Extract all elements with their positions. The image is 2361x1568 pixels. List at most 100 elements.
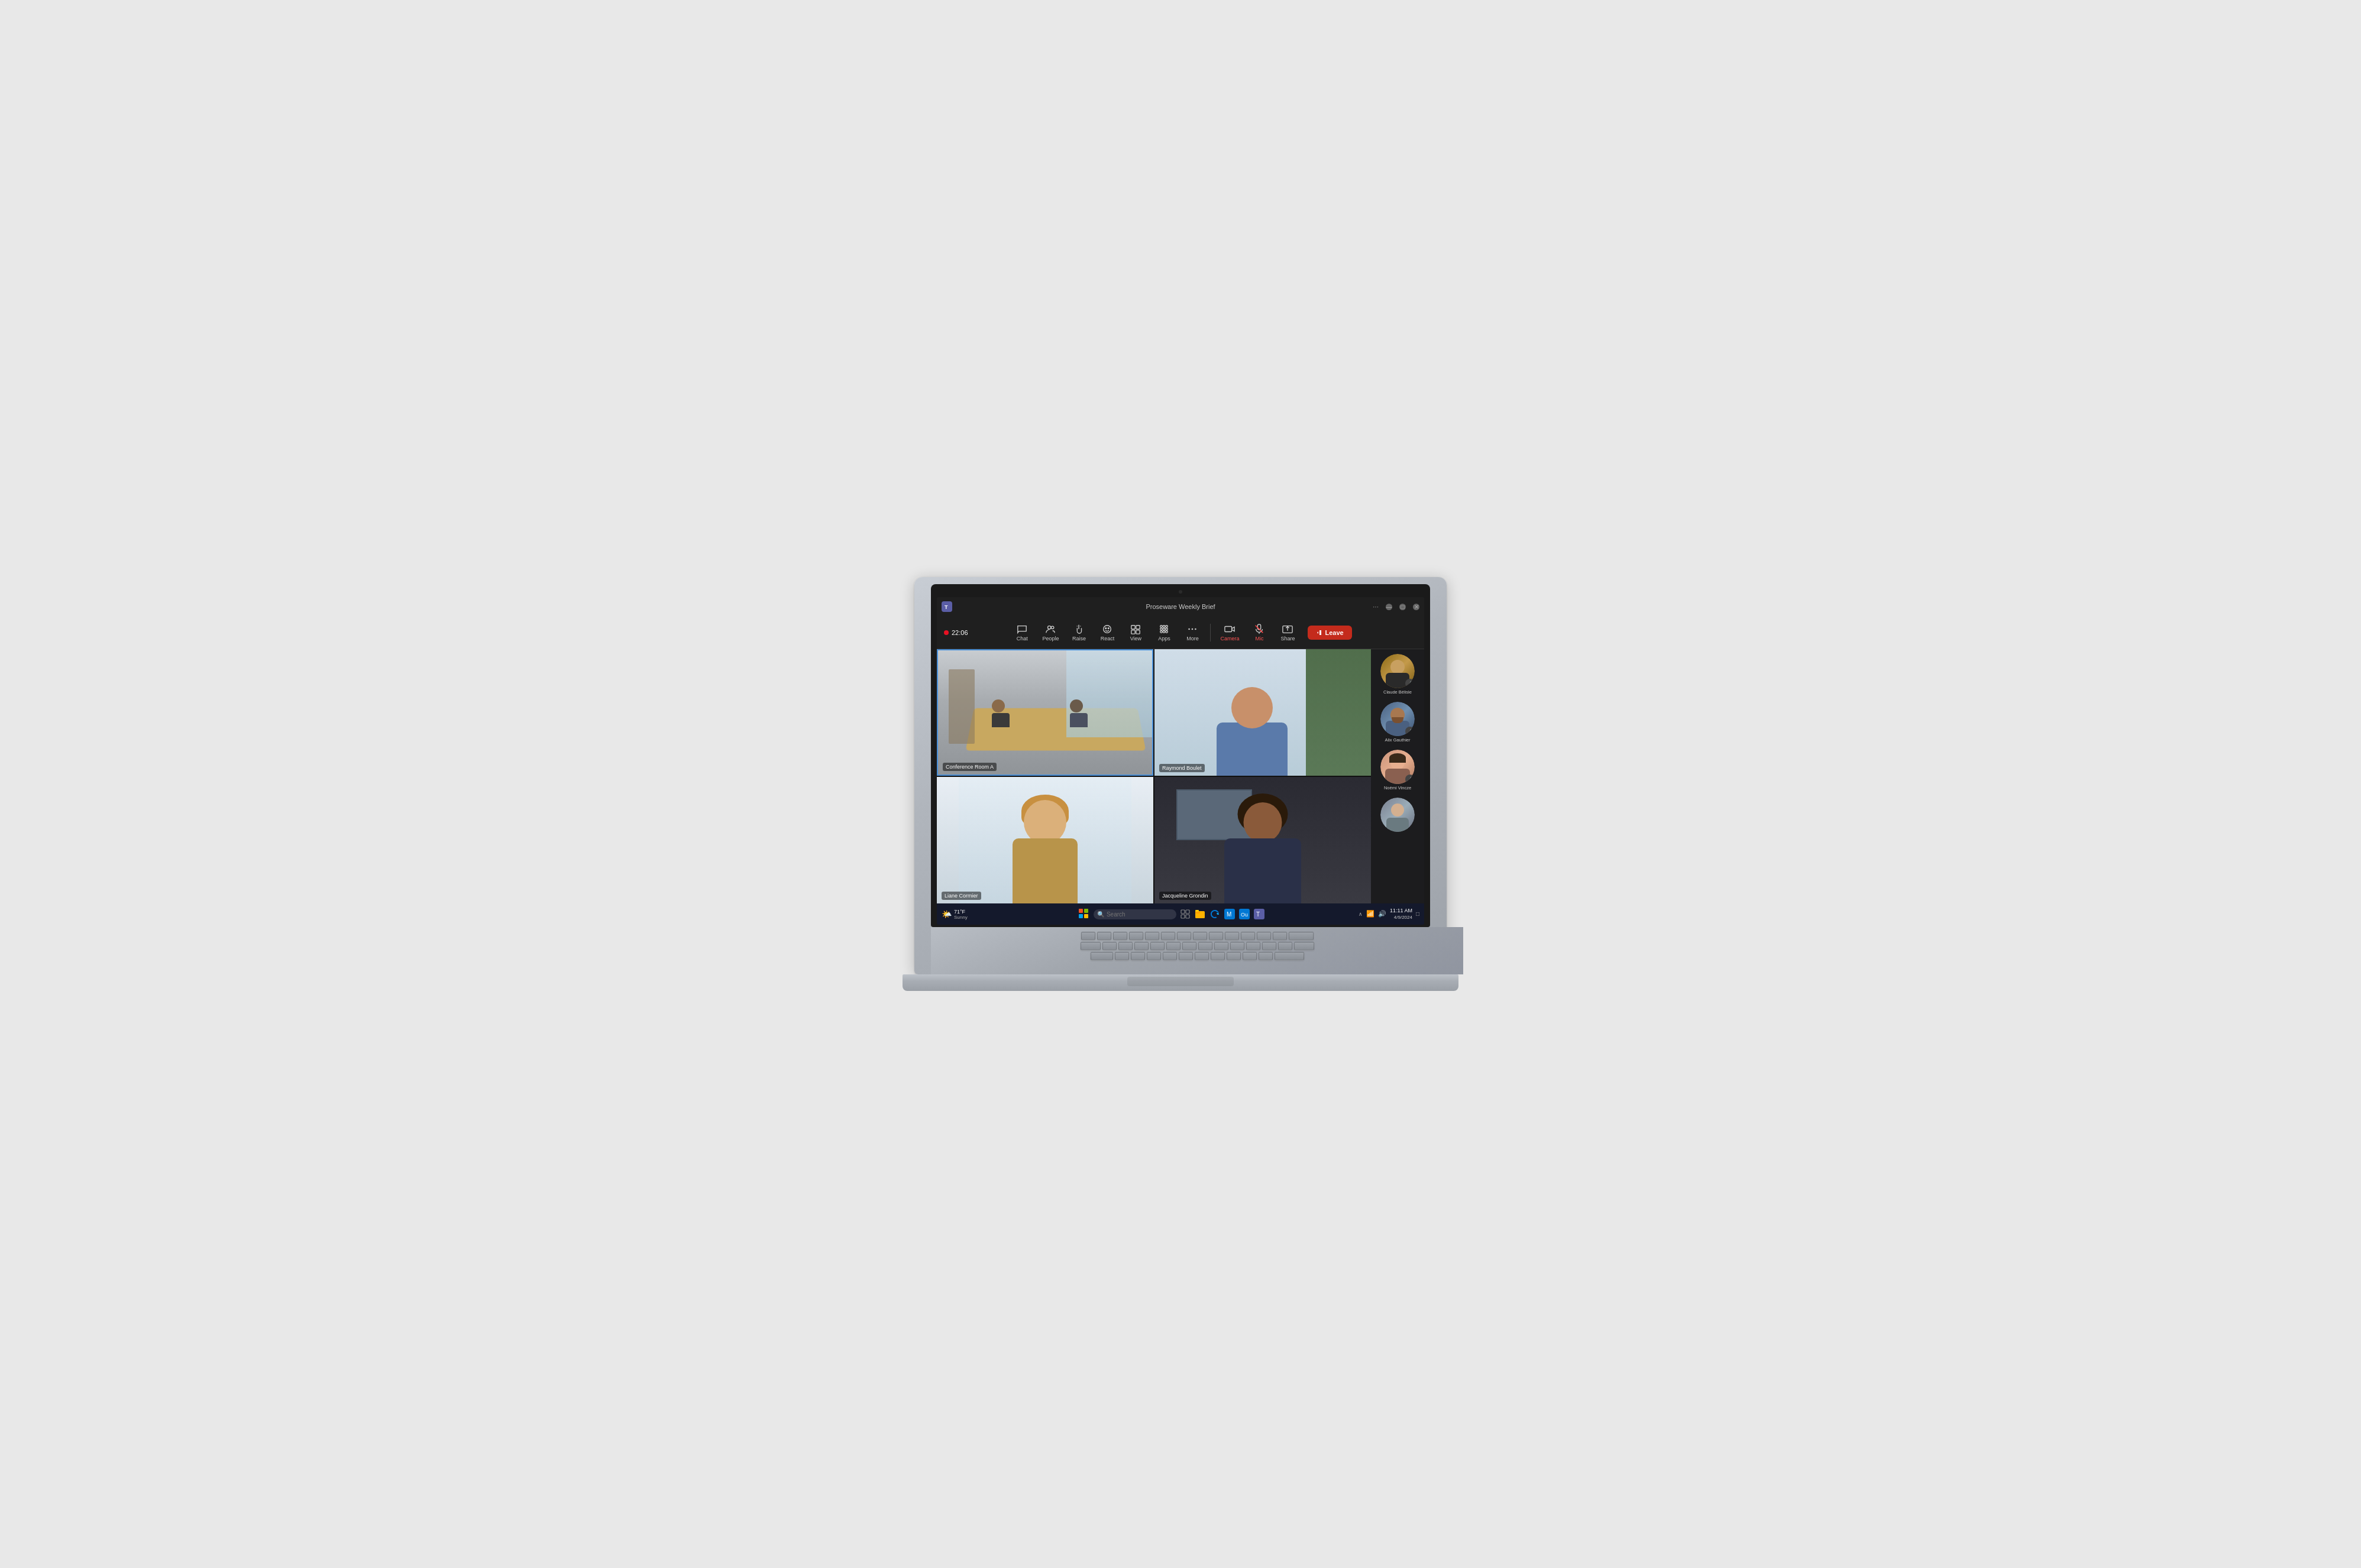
more-button[interactable]: More <box>1179 621 1205 644</box>
svg-rect-32 <box>1181 910 1185 913</box>
key <box>1243 952 1257 960</box>
people-button[interactable]: People <box>1037 621 1063 644</box>
svg-point-17 <box>1160 630 1163 633</box>
key <box>1177 932 1191 940</box>
minimize-button[interactable]: — <box>1386 604 1392 610</box>
participant-claude[interactable]: 🎤 Claude Bélisle <box>1380 654 1415 695</box>
apps-button[interactable]: Apps <box>1151 621 1177 644</box>
key <box>1195 952 1209 960</box>
temperature: 71°F <box>954 909 968 915</box>
svg-rect-9 <box>1131 630 1135 633</box>
key <box>1118 942 1133 950</box>
screen: T Proseware Weekly Brief ··· — □ ✕ <box>937 597 1424 925</box>
teams-logo-icon: T <box>942 601 952 612</box>
weather-icon: 🌤️ <box>942 909 952 919</box>
close-button[interactable]: ✕ <box>1413 604 1419 610</box>
window-options[interactable]: ··· <box>1373 602 1379 611</box>
edge-icon[interactable] <box>1208 908 1221 921</box>
extra-avatar <box>1380 798 1415 832</box>
video-tile-liane[interactable]: Liane Cormier <box>937 777 1153 903</box>
react-button[interactable]: React <box>1094 621 1120 644</box>
chat-button[interactable]: Chat <box>1009 621 1035 644</box>
title-bar-controls: ··· — □ ✕ <box>1373 602 1419 611</box>
svg-point-14 <box>1160 628 1163 630</box>
noemi-avatar: 🎤 <box>1380 750 1415 784</box>
key <box>1081 932 1095 940</box>
file-explorer-icon[interactable] <box>1194 908 1207 921</box>
key <box>1262 942 1276 950</box>
participant-alix[interactable]: 🎤 Alix Gauthier <box>1380 702 1415 743</box>
svg-point-13 <box>1166 625 1168 627</box>
svg-rect-31 <box>1084 914 1088 918</box>
share-button[interactable]: Share <box>1275 621 1301 644</box>
system-tray-icons: ∧ <box>1359 911 1363 917</box>
taskbar: 🌤️ 71°F Sunny <box>937 903 1424 925</box>
camera-button[interactable]: Camera <box>1215 621 1244 644</box>
key <box>1102 942 1117 950</box>
participant-noemi[interactable]: 🎤 Noémi Vincze <box>1380 750 1415 791</box>
key <box>1278 942 1292 950</box>
timer-display: 22:06 <box>952 629 968 636</box>
key <box>1257 932 1271 940</box>
task-view-icon[interactable] <box>1179 908 1192 921</box>
claude-avatar: 🎤 <box>1380 654 1415 688</box>
mic-button[interactable]: Mic <box>1246 621 1272 644</box>
video-grid: Conference Room A <box>937 649 1371 903</box>
store-icon[interactable]: M <box>1223 908 1236 921</box>
key <box>1150 942 1165 950</box>
key <box>1097 932 1111 940</box>
key <box>1273 932 1287 940</box>
keyboard-row-2 <box>1081 942 1314 950</box>
svg-point-12 <box>1163 625 1166 627</box>
key <box>1161 932 1175 940</box>
svg-line-26 <box>1256 625 1263 633</box>
title-bar-left: T <box>942 601 952 612</box>
key <box>1131 952 1145 960</box>
key <box>1115 952 1129 960</box>
start-button[interactable] <box>1076 908 1091 921</box>
video-tile-conf-room[interactable]: Conference Room A <box>937 649 1153 776</box>
raise-button[interactable]: Raise <box>1066 621 1092 644</box>
noemi-mic-icon: 🎤 <box>1405 775 1415 784</box>
leave-button[interactable]: Leave <box>1308 626 1351 640</box>
svg-text:M: M <box>1227 911 1231 918</box>
svg-text:T: T <box>945 604 948 610</box>
wifi-icon: 📶 <box>1366 910 1374 918</box>
key <box>1081 942 1101 950</box>
participant-extra[interactable] <box>1380 798 1415 832</box>
key <box>1145 932 1159 940</box>
svg-point-5 <box>1105 627 1107 629</box>
raymond-label: Raymond Boulet <box>1159 764 1205 772</box>
search-wrapper[interactable]: 🔍 <box>1094 909 1176 919</box>
clock[interactable]: 11:11 AM 4/9/2024 <box>1390 908 1412 921</box>
svg-rect-38 <box>1195 910 1199 912</box>
view-button[interactable]: View <box>1123 621 1149 644</box>
svg-rect-33 <box>1186 910 1189 913</box>
notification-icon: □ <box>1416 911 1419 917</box>
maximize-button[interactable]: □ <box>1399 604 1406 610</box>
key <box>1113 932 1127 940</box>
svg-rect-10 <box>1136 630 1140 633</box>
alix-name: Alix Gauthier <box>1385 737 1411 743</box>
window-title: Proseware Weekly Brief <box>1146 603 1215 610</box>
video-tile-raymond[interactable]: Raymond Boulet <box>1154 649 1371 776</box>
svg-point-22 <box>1195 628 1196 630</box>
svg-point-11 <box>1160 625 1163 627</box>
teams-taskbar-icon[interactable]: T <box>1253 908 1266 921</box>
trackpad[interactable] <box>1127 977 1234 986</box>
key <box>1193 932 1207 940</box>
weather-widget[interactable]: 🌤️ 71°F Sunny <box>942 909 983 920</box>
search-input[interactable] <box>1094 909 1176 919</box>
system-tray: ∧ 📶 🔊 11:11 AM 4/9/2024 □ <box>1359 908 1419 921</box>
video-tile-jacqueline[interactable]: Jacqueline Grondin <box>1154 777 1371 903</box>
key <box>1275 952 1304 960</box>
outlook-icon[interactable]: Ou <box>1238 908 1251 921</box>
key <box>1246 942 1260 950</box>
alix-mic-icon: 🎤 <box>1405 727 1415 736</box>
svg-point-18 <box>1163 630 1166 633</box>
key <box>1129 932 1143 940</box>
svg-rect-29 <box>1084 909 1088 913</box>
svg-rect-34 <box>1181 915 1185 918</box>
key <box>1182 942 1196 950</box>
claude-mic-icon: 🎤 <box>1405 679 1415 688</box>
